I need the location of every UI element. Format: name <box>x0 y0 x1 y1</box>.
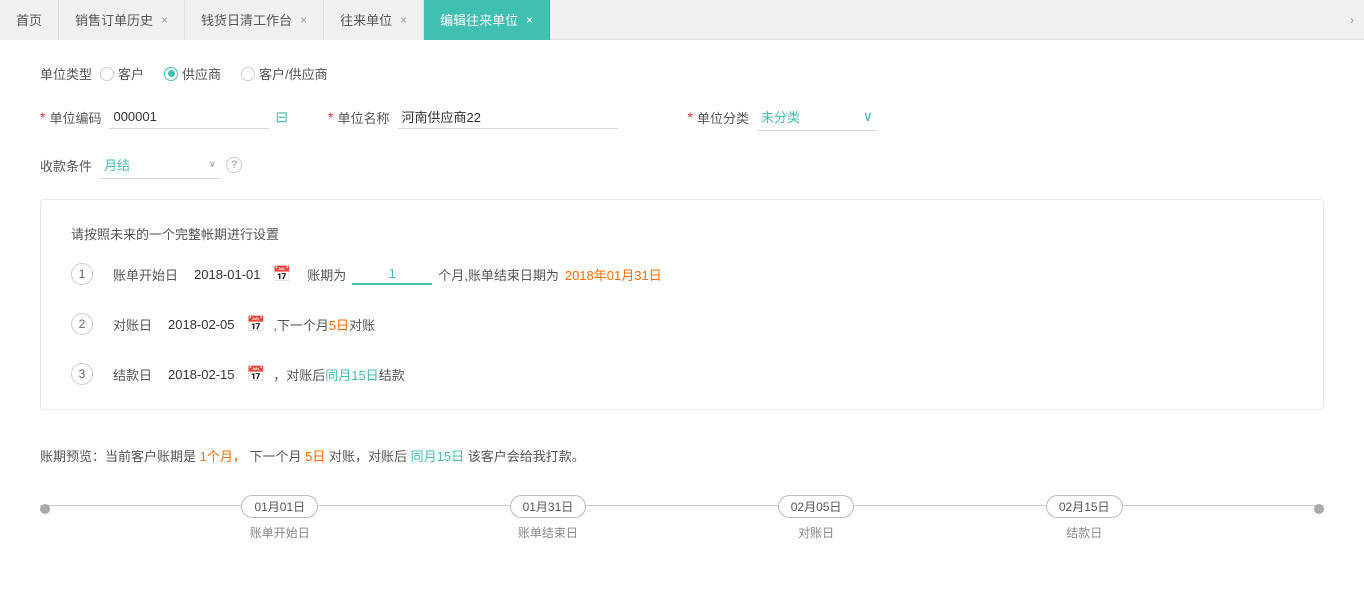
step-1-period-suffix: 个月,账单结束日期为 <box>438 265 559 284</box>
tab-edit-partner-unit-close[interactable]: × <box>526 13 533 27</box>
period-settings-section: 请按照未来的一个完整帐期进行设置 1 账单开始日 2018-01-01 📅 账期… <box>40 199 1324 410</box>
timeline-item-2: 02月05日 对账日 <box>778 495 855 541</box>
radio-customer-supplier-label: 客户/供应商 <box>259 64 328 83</box>
tabs-more-arrow[interactable]: › <box>1340 13 1364 27</box>
unit-type-row: 单位类型 客户 供应商 客户/供应商 <box>40 64 1324 83</box>
preview-row: 账期预览：当前客户账期是 1个月， 下一个月 5日 对账，对账后 同月15日 该… <box>40 430 1324 485</box>
preview-desc2: 对账，对账后 <box>329 449 407 464</box>
step-1-period-prefix: 账期为 <box>307 265 346 284</box>
tab-edit-partner-unit-label: 编辑往来单位 <box>440 10 518 29</box>
radio-customer-label: 客户 <box>118 64 144 83</box>
tab-home-label: 首页 <box>16 10 42 29</box>
unit-type-radio-group: 客户 供应商 客户/供应商 <box>100 64 328 83</box>
tab-cash-work-label: 钱货日清工作台 <box>201 10 292 29</box>
tab-cash-work-close[interactable]: × <box>300 13 307 27</box>
tab-sales-order-history-label: 销售订单历史 <box>75 10 153 29</box>
unit-name-required-star: * <box>328 109 333 125</box>
payment-terms-select[interactable]: 月结 ∨ <box>100 151 220 179</box>
unit-category-select[interactable]: 未分类 ∨ <box>757 103 877 131</box>
radio-supplier[interactable]: 供应商 <box>164 64 221 83</box>
unit-name-input[interactable] <box>398 105 618 129</box>
unit-category-chevron-icon: ∨ <box>863 108 873 125</box>
payment-terms-row: 收款条件 月结 ∨ ? <box>40 151 1324 179</box>
timeline-label-0: 账单开始日 <box>250 524 310 541</box>
radio-supplier-circle <box>164 67 178 81</box>
payment-terms-value: 月结 <box>104 155 205 174</box>
unit-code-input[interactable] <box>109 105 269 129</box>
preview-desc3: 该客户会给我打款。 <box>468 449 585 464</box>
radio-customer-supplier[interactable]: 客户/供应商 <box>241 64 328 83</box>
unit-code-copy-icon[interactable]: ⊟ <box>275 108 288 126</box>
step-1-period-end-date: 2018年01月31日 <box>565 265 662 284</box>
timeline-items: 01月01日 账单开始日 01月31日 账单结束日 02月05日 对账日 02月… <box>40 495 1324 541</box>
step-3-highlight: 同月15日 <box>325 365 378 384</box>
unit-name-label: 单位名称 <box>338 108 390 127</box>
preview-highlight1: 5日 <box>305 449 325 464</box>
step-3-date: 2018-02-15 <box>168 367 235 382</box>
step-1-label: 账单开始日 <box>113 265 178 284</box>
tab-sales-order-history-close[interactable]: × <box>161 13 168 27</box>
timeline-node-3: 02月15日 <box>1046 495 1123 518</box>
tabs-bar: 首页 销售订单历史 × 钱货日清工作台 × 往来单位 × 编辑往来单位 × › <box>0 0 1364 40</box>
timeline-item-0: 01月01日 账单开始日 <box>241 495 318 541</box>
timeline-node-2: 02月05日 <box>778 495 855 518</box>
unit-category-required-star: * <box>688 109 693 125</box>
step-1-date: 2018-01-01 <box>194 267 261 282</box>
step-3-desc-after: 结款 <box>379 365 405 384</box>
timeline-start-dot <box>40 504 50 514</box>
step-2-desc-before: ,下一个月 <box>273 315 329 334</box>
step-2-row: 2 对账日 2018-02-05 📅 ,下一个月 5日 对账 <box>71 313 1293 335</box>
unit-category-value: 未分类 <box>761 107 859 126</box>
step-1-calendar-icon[interactable]: 📅 <box>273 265 292 283</box>
step-1-row: 1 账单开始日 2018-01-01 📅 账期为 个月,账单结束日期为 2018… <box>71 263 1293 285</box>
unit-code-label: 单位编码 <box>49 108 101 127</box>
radio-customer[interactable]: 客户 <box>100 64 144 83</box>
preview-highlight2: 同月15日 <box>411 449 464 464</box>
step-2-highlight: 5日 <box>329 315 349 334</box>
step-3-row: 3 结款日 2018-02-15 📅 ，对账后 同月15日 结款 <box>71 363 1293 385</box>
tab-sales-order-history[interactable]: 销售订单历史 × <box>59 0 185 40</box>
unit-type-label: 单位类型 <box>40 64 92 83</box>
unit-info-row: * 单位编码 ⊟ * 单位名称 * 单位分类 未分类 ∨ <box>40 103 1324 131</box>
step-2-date: 2018-02-05 <box>168 317 235 332</box>
preview-period: 1个月， <box>200 449 246 464</box>
timeline-label-3: 结款日 <box>1066 524 1102 541</box>
timeline-node-1: 01月31日 <box>510 495 587 518</box>
step-1-num: 1 <box>71 263 93 285</box>
step-3-num: 3 <box>71 363 93 385</box>
preview-label: 账期预览：当前客户账期是 <box>40 449 196 464</box>
timeline-label-1: 账单结束日 <box>518 524 578 541</box>
timeline-item-1: 01月31日 账单结束日 <box>510 495 587 541</box>
tab-edit-partner-unit[interactable]: 编辑往来单位 × <box>424 0 550 40</box>
step-2-calendar-icon[interactable]: 📅 <box>247 315 266 333</box>
period-value-input[interactable] <box>352 264 432 285</box>
tab-partner-unit-close[interactable]: × <box>400 13 407 27</box>
step-2-desc-after: 对账 <box>349 315 375 334</box>
tab-home[interactable]: 首页 <box>0 0 59 40</box>
page-content: 单位类型 客户 供应商 客户/供应商 * 单位编码 ⊟ * 单位名称 <box>0 40 1364 608</box>
timeline-label-2: 对账日 <box>798 524 834 541</box>
unit-category-label: 单位分类 <box>697 108 749 127</box>
step-3-label: 结款日 <box>113 365 152 384</box>
section-title: 请按照未来的一个完整帐期进行设置 <box>71 224 1293 243</box>
tab-partner-unit-label: 往来单位 <box>340 10 392 29</box>
radio-customer-circle <box>100 67 114 81</box>
preview-desc1: 下一个月 <box>250 449 302 464</box>
radio-supplier-label: 供应商 <box>182 64 221 83</box>
timeline-node-0: 01月01日 <box>241 495 318 518</box>
step-3-calendar-icon[interactable]: 📅 <box>247 365 266 383</box>
tab-cash-work[interactable]: 钱货日清工作台 × <box>185 0 324 40</box>
step-2-label: 对账日 <box>113 315 152 334</box>
payment-terms-chevron-icon: ∨ <box>209 159 216 170</box>
radio-customer-supplier-circle <box>241 67 255 81</box>
payment-terms-help-icon[interactable]: ? <box>226 157 242 173</box>
step-3-desc-before: ，对账后 <box>273 365 325 384</box>
payment-terms-label: 收款条件 <box>40 156 92 175</box>
step-2-num: 2 <box>71 313 93 335</box>
timeline-end-dot <box>1314 504 1324 514</box>
timeline-item-3: 02月15日 结款日 <box>1046 495 1123 541</box>
tab-partner-unit[interactable]: 往来单位 × <box>324 0 424 40</box>
unit-code-required-star: * <box>40 109 45 125</box>
timeline: 01月01日 账单开始日 01月31日 账单结束日 02月05日 对账日 02月… <box>40 485 1324 561</box>
